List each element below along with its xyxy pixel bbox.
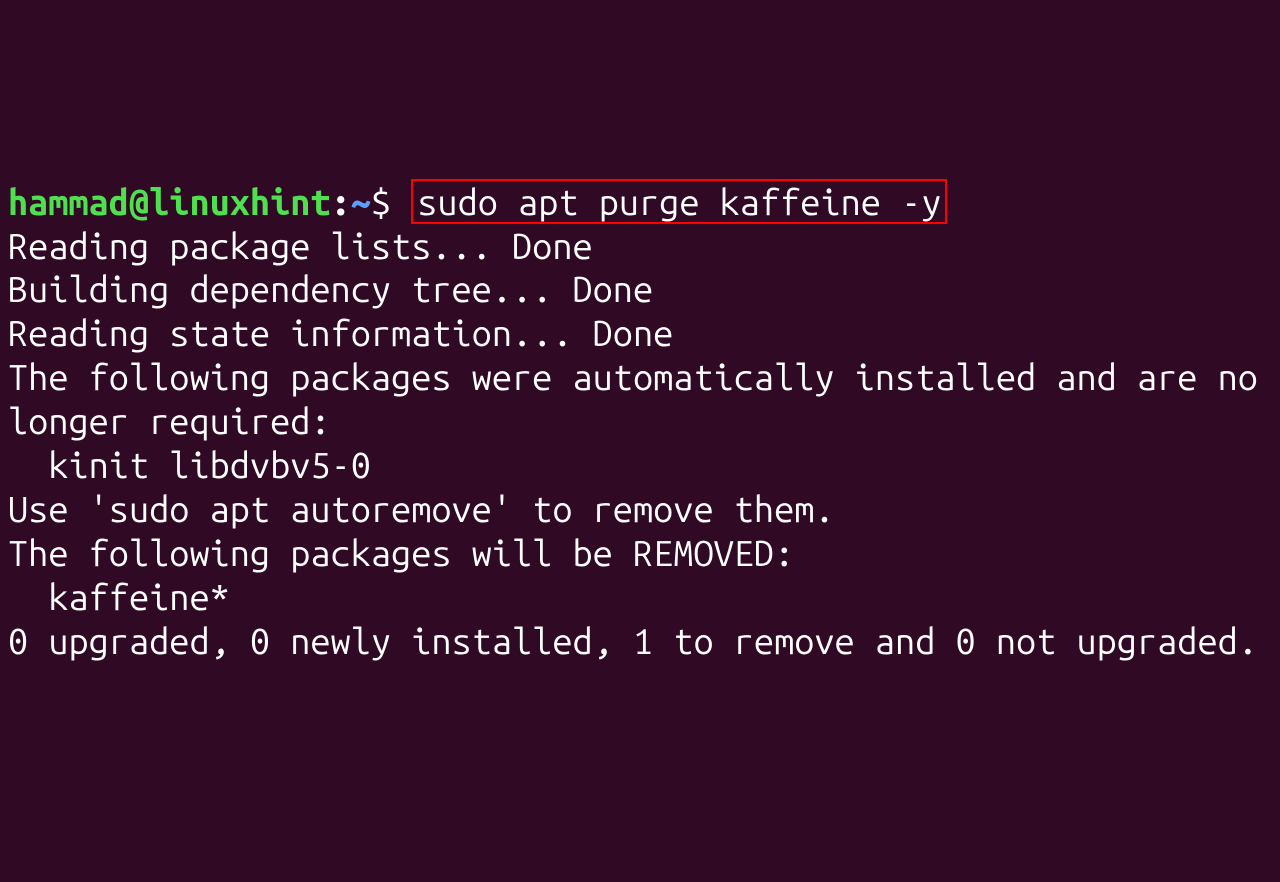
output-line-5: kinit libdvbv5-0 (8, 443, 1272, 487)
output-line-1: Reading package lists... Done (8, 224, 1272, 268)
prompt-line: hammad@linuxhint:~$ sudo apt purge kaffe… (8, 180, 1272, 224)
output-line-8: kaffeine* (8, 575, 1272, 619)
output-line-9: 0 upgraded, 0 newly installed, 1 to remo… (8, 619, 1272, 663)
output-line-4: The following packages were automaticall… (8, 355, 1272, 443)
output-line-7: The following packages will be REMOVED: (8, 531, 1272, 575)
prompt-colon: : (331, 181, 351, 222)
prompt-dollar: $ (371, 181, 391, 222)
output-line-3: Reading state information... Done (8, 311, 1272, 355)
command-text[interactable]: sudo apt purge kaffeine -y (417, 181, 941, 222)
command-highlight-box: sudo apt purge kaffeine -y (411, 179, 947, 224)
prompt-path: ~ (351, 181, 371, 222)
prompt-user-host: hammad@linuxhint (8, 181, 331, 222)
output-line-2: Building dependency tree... Done (8, 267, 1272, 311)
output-line-6: Use 'sudo apt autoremove' to remove them… (8, 487, 1272, 531)
